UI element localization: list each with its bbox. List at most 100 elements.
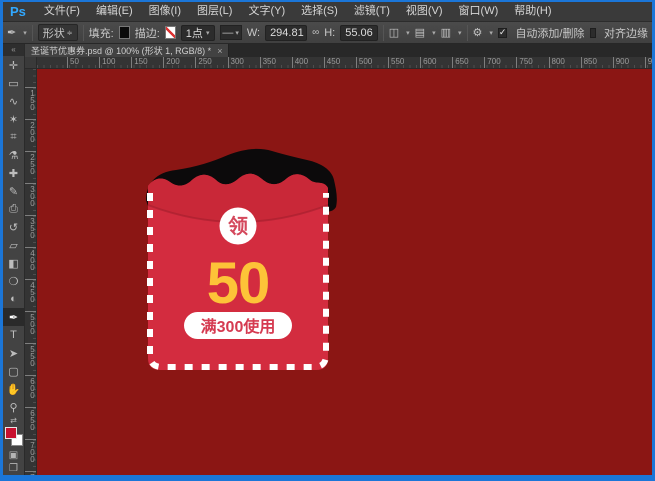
stroke-width-value: 1点 xyxy=(186,25,203,41)
hruler-label: 800 xyxy=(549,57,565,69)
clone-stamp-tool[interactable]: ⎙ xyxy=(3,200,24,218)
screen-mode-icon[interactable]: ❐ xyxy=(3,462,24,475)
vruler-label: 150 xyxy=(25,87,37,110)
color-swatches xyxy=(3,427,24,449)
align-edges-label: 对齐边缘 xyxy=(604,25,648,41)
brush-tool[interactable]: ✎ xyxy=(3,182,24,200)
menu-item-2[interactable]: 图像(I) xyxy=(141,2,189,21)
type-tool[interactable]: T xyxy=(3,326,24,344)
pen-tool[interactable]: ✒ xyxy=(3,308,24,326)
link-dimensions-icon[interactable]: ∞ xyxy=(312,27,319,38)
path-alignment-icon[interactable]: ▤ xyxy=(415,26,425,39)
hruler-label: 350 xyxy=(260,57,276,69)
path-selection-tool[interactable]: ➤ xyxy=(3,344,24,362)
menu-item-8[interactable]: 窗口(W) xyxy=(451,2,507,21)
vruler-label: 550 xyxy=(25,343,37,366)
stroke-style-dropdown[interactable]: — ▾ xyxy=(220,25,242,40)
vruler-label: 350 xyxy=(25,215,37,238)
fill-color-swatch[interactable] xyxy=(119,26,130,39)
hruler-label: 650 xyxy=(452,57,468,69)
menu-item-7[interactable]: 视图(V) xyxy=(398,2,451,21)
condition-text: 满300使用 xyxy=(201,317,276,336)
eraser-tool[interactable]: ▱ xyxy=(3,236,24,254)
coupon-amount: 50 xyxy=(207,251,270,316)
width-field[interactable]: 294.81 xyxy=(265,25,307,41)
move-tool[interactable]: ✛ xyxy=(3,56,24,74)
separator xyxy=(32,25,33,41)
rectangle-tool[interactable]: ▢ xyxy=(3,362,24,380)
tool-mode-value: 形状 xyxy=(43,25,65,41)
separator xyxy=(467,25,468,41)
vruler-label: 300 xyxy=(25,183,37,206)
width-label: W: xyxy=(247,27,260,39)
hruler-label: 600 xyxy=(420,57,436,69)
hruler-label: 850 xyxy=(581,57,597,69)
gradient-tool[interactable]: ◧ xyxy=(3,254,24,272)
stroke-width-field[interactable]: 1点 ▾ xyxy=(181,25,215,41)
height-field[interactable]: 55.06 xyxy=(340,25,378,41)
swap-colors-icon[interactable]: ⇄ xyxy=(3,416,24,425)
hand-tool[interactable]: ✋ xyxy=(3,380,24,398)
document-tab-bar: 圣诞节优惠券.psd @ 100% (形状 1, RGB/8) * × xyxy=(25,44,652,57)
vruler-label: 500 xyxy=(25,311,37,334)
menu-item-9[interactable]: 帮助(H) xyxy=(506,2,559,21)
history-brush-tool[interactable]: ↺ xyxy=(3,218,24,236)
path-arrangement-icon[interactable]: ▥ xyxy=(441,26,451,39)
lasso-tool[interactable]: ∿ xyxy=(3,92,24,110)
width-value: 294.81 xyxy=(270,27,304,39)
height-label: H: xyxy=(324,27,335,39)
vruler-label: 750 xyxy=(25,471,37,475)
tool-mode-dropdown[interactable]: 形状 ≑ xyxy=(38,24,78,41)
photoshop-logo: Ps xyxy=(3,4,36,19)
ruler-corner xyxy=(25,57,37,69)
preset-caret-icon[interactable]: ▾ xyxy=(23,29,27,37)
foreground-color-swatch[interactable] xyxy=(5,427,17,439)
hruler-label: 200 xyxy=(163,57,179,69)
collapse-panel-icon[interactable]: « xyxy=(3,44,24,56)
hruler-label: 150 xyxy=(131,57,147,69)
vruler-label: 450 xyxy=(25,279,37,302)
canvas[interactable]: 领 50 满300使用 xyxy=(37,69,652,475)
hruler-label: 900 xyxy=(613,57,629,69)
vruler-label: 200 xyxy=(25,119,37,142)
screenshot-frame: Ps 文件(F)编辑(E)图像(I)图层(L)文字(Y)选择(S)滤镜(T)视图… xyxy=(0,0,655,481)
document-tab[interactable]: 圣诞节优惠券.psd @ 100% (形状 1, RGB/8) * × xyxy=(25,44,229,57)
align-caret-icon: ▾ xyxy=(432,29,436,37)
healing-brush-tool[interactable]: ✚ xyxy=(3,164,24,182)
menu-item-3[interactable]: 图层(L) xyxy=(189,2,240,21)
stroke-color-swatch[interactable] xyxy=(165,26,176,39)
auto-add-delete-checkbox[interactable]: ✓ xyxy=(498,28,508,38)
menu-item-5[interactable]: 选择(S) xyxy=(293,2,346,21)
stroke-width-caret-icon: ▾ xyxy=(206,29,210,37)
menu-item-6[interactable]: 滤镜(T) xyxy=(346,2,398,21)
magic-wand-tool[interactable]: ✶ xyxy=(3,110,24,128)
vruler-label: 600 xyxy=(25,375,37,398)
eyedropper-tool[interactable]: ⚗ xyxy=(3,146,24,164)
coupon-artwork: 领 50 满300使用 xyxy=(140,140,382,386)
menu-item-0[interactable]: 文件(F) xyxy=(36,2,88,21)
hruler-label: 450 xyxy=(324,57,340,69)
vruler-label: 250 xyxy=(25,151,37,174)
menu-item-4[interactable]: 文字(Y) xyxy=(240,2,293,21)
gear-icon[interactable]: ⚙ xyxy=(473,26,483,39)
vruler-label: 650 xyxy=(25,407,37,430)
options-bar: ✒ ▾ 形状 ≑ 填充: 描边: 1点 ▾ — ▾ W: 294.81 ∞ H:… xyxy=(3,21,652,44)
blur-tool[interactable]: ❍ xyxy=(3,272,24,290)
badge-text: 领 xyxy=(228,214,248,238)
hruler-label: 250 xyxy=(195,57,211,69)
crop-tool[interactable]: ⌗ xyxy=(3,128,24,146)
hruler-label: 100 xyxy=(99,57,115,69)
marquee-tool[interactable]: ▭ xyxy=(3,74,24,92)
close-tab-icon[interactable]: × xyxy=(217,46,222,56)
horizontal-ruler: 5010015020025030035040045050055060065070… xyxy=(37,57,652,69)
dodge-tool[interactable]: ◐ xyxy=(3,290,24,308)
menu-item-1[interactable]: 编辑(E) xyxy=(88,2,141,21)
zoom-tool[interactable]: ⚲ xyxy=(3,398,24,416)
pen-tool-preset-icon[interactable]: ✒ xyxy=(7,26,16,39)
quick-mask-icon[interactable]: ▣ xyxy=(3,449,24,462)
combine-shapes-icon[interactable]: ◫ xyxy=(389,26,399,39)
arrange-caret-icon: ▾ xyxy=(458,29,462,37)
tool-mode-caret-icon: ≑ xyxy=(67,29,73,37)
fill-label: 填充: xyxy=(89,25,114,41)
align-edges-checkbox[interactable] xyxy=(590,28,597,38)
